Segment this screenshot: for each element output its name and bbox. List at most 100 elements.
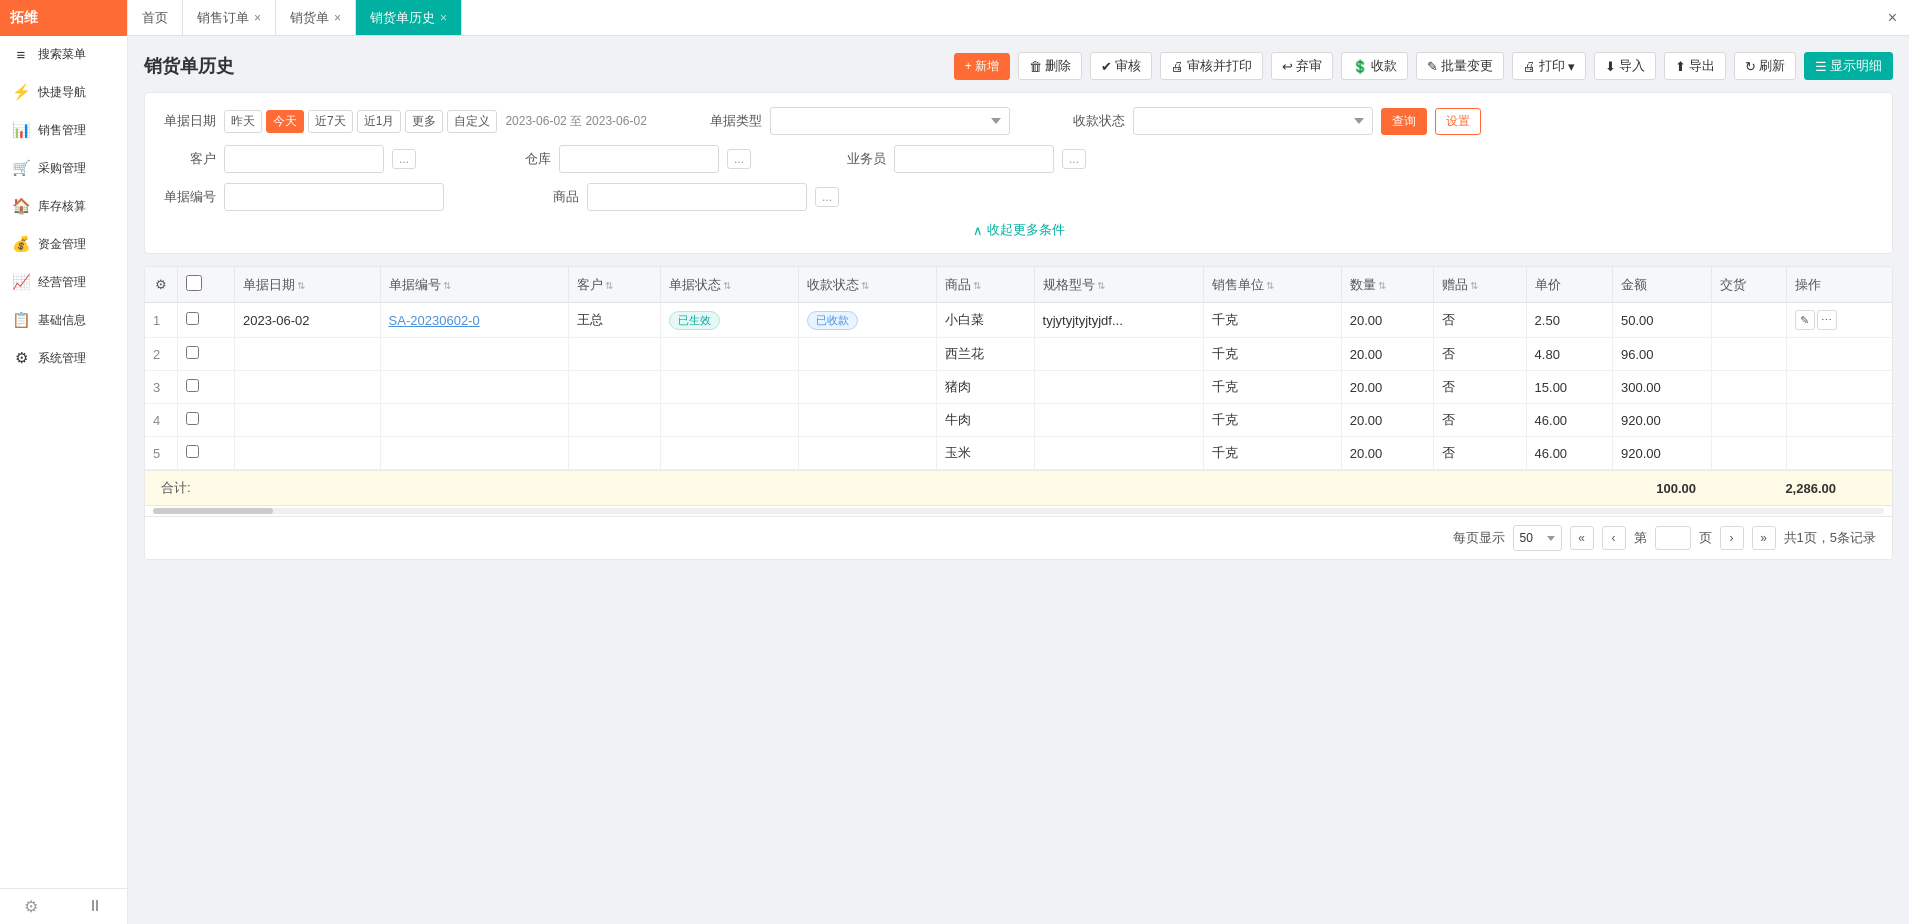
page-first-btn[interactable]: « — [1570, 526, 1594, 550]
row-checkbox[interactable] — [186, 379, 199, 392]
tab-sales-order-close[interactable]: × — [254, 11, 261, 25]
customer-input[interactable] — [224, 145, 384, 173]
shortcut-yesterday[interactable]: 昨天 — [224, 110, 262, 133]
abandon-button[interactable]: ↩ 弃审 — [1271, 52, 1333, 80]
collapse-button[interactable]: ∧ 收起更多条件 — [161, 221, 1876, 239]
goods-dots-btn[interactable]: ... — [815, 187, 839, 207]
row-payment-status — [799, 371, 937, 404]
page-last-btn[interactable]: » — [1752, 526, 1776, 550]
shortcut-today[interactable]: 今天 — [266, 110, 304, 133]
review-print-button[interactable]: 🖨 审核并打印 — [1160, 52, 1263, 80]
edit-action-btn[interactable]: ✎ — [1795, 310, 1815, 330]
doc-no-link[interactable]: SA-20230602-0 — [389, 313, 480, 328]
col-gear[interactable]: ⚙ — [145, 267, 177, 303]
more-action-btn[interactable]: ⋯ — [1817, 310, 1837, 330]
sales-rep-input[interactable] — [894, 145, 1054, 173]
new-button[interactable]: + 新增 — [954, 53, 1010, 80]
row-payment-status — [799, 437, 937, 470]
page-title: 销货单历史 — [144, 54, 234, 78]
warehouse-input[interactable] — [559, 145, 719, 173]
sys-mgmt-icon: ⚙ — [12, 349, 30, 367]
row-checkbox[interactable] — [186, 312, 199, 325]
col-doc-status[interactable]: 单据状态⇅ — [661, 267, 799, 303]
sidebar-item-ops-mgmt[interactable]: 📈 经营管理 — [0, 263, 127, 301]
row-checkbox — [177, 437, 235, 470]
col-doc-no[interactable]: 单据编号⇅ — [380, 267, 568, 303]
import-button[interactable]: ⬇ 导入 — [1594, 52, 1656, 80]
sidebar-pause-btn[interactable]: ⏸ — [87, 897, 103, 916]
col-payment-status[interactable]: 收款状态⇅ — [799, 267, 937, 303]
sales-rep-dots-btn[interactable]: ... — [1062, 149, 1086, 169]
shortcut-custom[interactable]: 自定义 — [447, 110, 497, 133]
sidebar-item-base-info[interactable]: 📋 基础信息 — [0, 301, 127, 339]
window-close-btn[interactable]: × — [1876, 9, 1909, 27]
sidebar-item-inventory[interactable]: 🏠 库存核算 — [0, 187, 127, 225]
page-next-btn[interactable]: › — [1720, 526, 1744, 550]
batch-change-button[interactable]: ✎ 批量变更 — [1416, 52, 1504, 80]
goods-input[interactable] — [587, 183, 807, 211]
tab-sales-history[interactable]: 销货单历史 × — [356, 0, 462, 35]
doc-no-input[interactable] — [224, 183, 444, 211]
tab-home[interactable]: 首页 — [128, 0, 183, 35]
filter-group-payment-status: 收款状态 查询 设置 — [1070, 107, 1481, 135]
select-all-checkbox[interactable] — [186, 275, 202, 291]
row-customer — [569, 371, 661, 404]
refresh-button[interactable]: ↻ 刷新 — [1734, 52, 1796, 80]
sidebar-item-quick-nav[interactable]: ⚡ 快捷导航 — [0, 73, 127, 111]
sidebar-item-label: 快捷导航 — [38, 84, 86, 101]
col-customer[interactable]: 客户⇅ — [569, 267, 661, 303]
page-word: 第 — [1634, 529, 1647, 547]
scrollbar-track[interactable] — [153, 508, 1884, 514]
col-quantity[interactable]: 数量⇅ — [1341, 267, 1433, 303]
sidebar-item-search-menu[interactable]: ≡ 搜索菜单 — [0, 36, 127, 73]
settings-button[interactable]: 设置 — [1435, 108, 1481, 135]
col-gift[interactable]: 赠品⇅ — [1434, 267, 1526, 303]
shortcut-7days[interactable]: 近7天 — [308, 110, 353, 133]
warehouse-dots-btn[interactable]: ... — [727, 149, 751, 169]
shortcut-more[interactable]: 更多 — [405, 110, 443, 133]
sidebar-logo: 拓维 — [0, 0, 127, 36]
query-button[interactable]: 查询 — [1381, 108, 1427, 135]
sidebar-item-finance[interactable]: 💰 资金管理 — [0, 225, 127, 263]
row-checkbox[interactable] — [186, 346, 199, 359]
page-num-input[interactable]: 1 — [1655, 526, 1691, 550]
row-unit-price: 2.50 — [1526, 303, 1612, 338]
shortcut-1month[interactable]: 近1月 — [357, 110, 402, 133]
row-quantity: 20.00 — [1341, 338, 1433, 371]
collect-button[interactable]: 💲 收款 — [1341, 52, 1408, 80]
row-amount: 920.00 — [1612, 404, 1711, 437]
row-doc-status — [661, 404, 799, 437]
row-checkbox[interactable] — [186, 412, 199, 425]
sidebar-item-purchase-mgmt[interactable]: 🛒 采购管理 — [0, 149, 127, 187]
delete-button[interactable]: 🗑 删除 — [1018, 52, 1082, 80]
col-date[interactable]: 单据日期⇅ — [235, 267, 381, 303]
scrollbar-thumb[interactable] — [153, 508, 273, 514]
sidebar-item-sys-mgmt[interactable]: ⚙ 系统管理 — [0, 339, 127, 377]
tab-sales-goods[interactable]: 销货单 × — [276, 0, 356, 35]
page-prev-btn[interactable]: ‹ — [1602, 526, 1626, 550]
row-action: ✎⋯ — [1786, 303, 1892, 338]
warehouse-label: 仓库 — [496, 150, 551, 168]
row-unit-price: 4.80 — [1526, 338, 1612, 371]
row-transaction — [1711, 404, 1786, 437]
doc-type-select[interactable] — [770, 107, 1010, 135]
tab-sales-order[interactable]: 销售订单 × — [183, 0, 276, 35]
row-goods: 西兰花 — [936, 338, 1034, 371]
sidebar-settings-btn[interactable]: ⚙ — [24, 897, 38, 916]
col-goods[interactable]: 商品⇅ — [936, 267, 1034, 303]
payment-status-select[interactable] — [1133, 107, 1373, 135]
col-unit[interactable]: 销售单位⇅ — [1204, 267, 1342, 303]
sidebar-item-sales-mgmt[interactable]: 📊 销售管理 — [0, 111, 127, 149]
tab-sales-history-close[interactable]: × — [440, 11, 447, 25]
tab-sales-goods-close[interactable]: × — [334, 11, 341, 25]
col-spec[interactable]: 规格型号⇅ — [1034, 267, 1203, 303]
page-size-select[interactable]: 50 20 100 — [1513, 525, 1562, 551]
export-button[interactable]: ⬆ 导出 — [1664, 52, 1726, 80]
print-button[interactable]: 🖨 打印 ▾ — [1512, 52, 1586, 80]
row-checkbox[interactable] — [186, 445, 199, 458]
show-detail-button[interactable]: ☰ 显示明细 — [1804, 52, 1893, 80]
customer-dots-btn[interactable]: ... — [392, 149, 416, 169]
date-label: 单据日期 — [161, 112, 216, 130]
review-button[interactable]: ✔ 审核 — [1090, 52, 1152, 80]
scrollbar-row — [145, 505, 1892, 516]
